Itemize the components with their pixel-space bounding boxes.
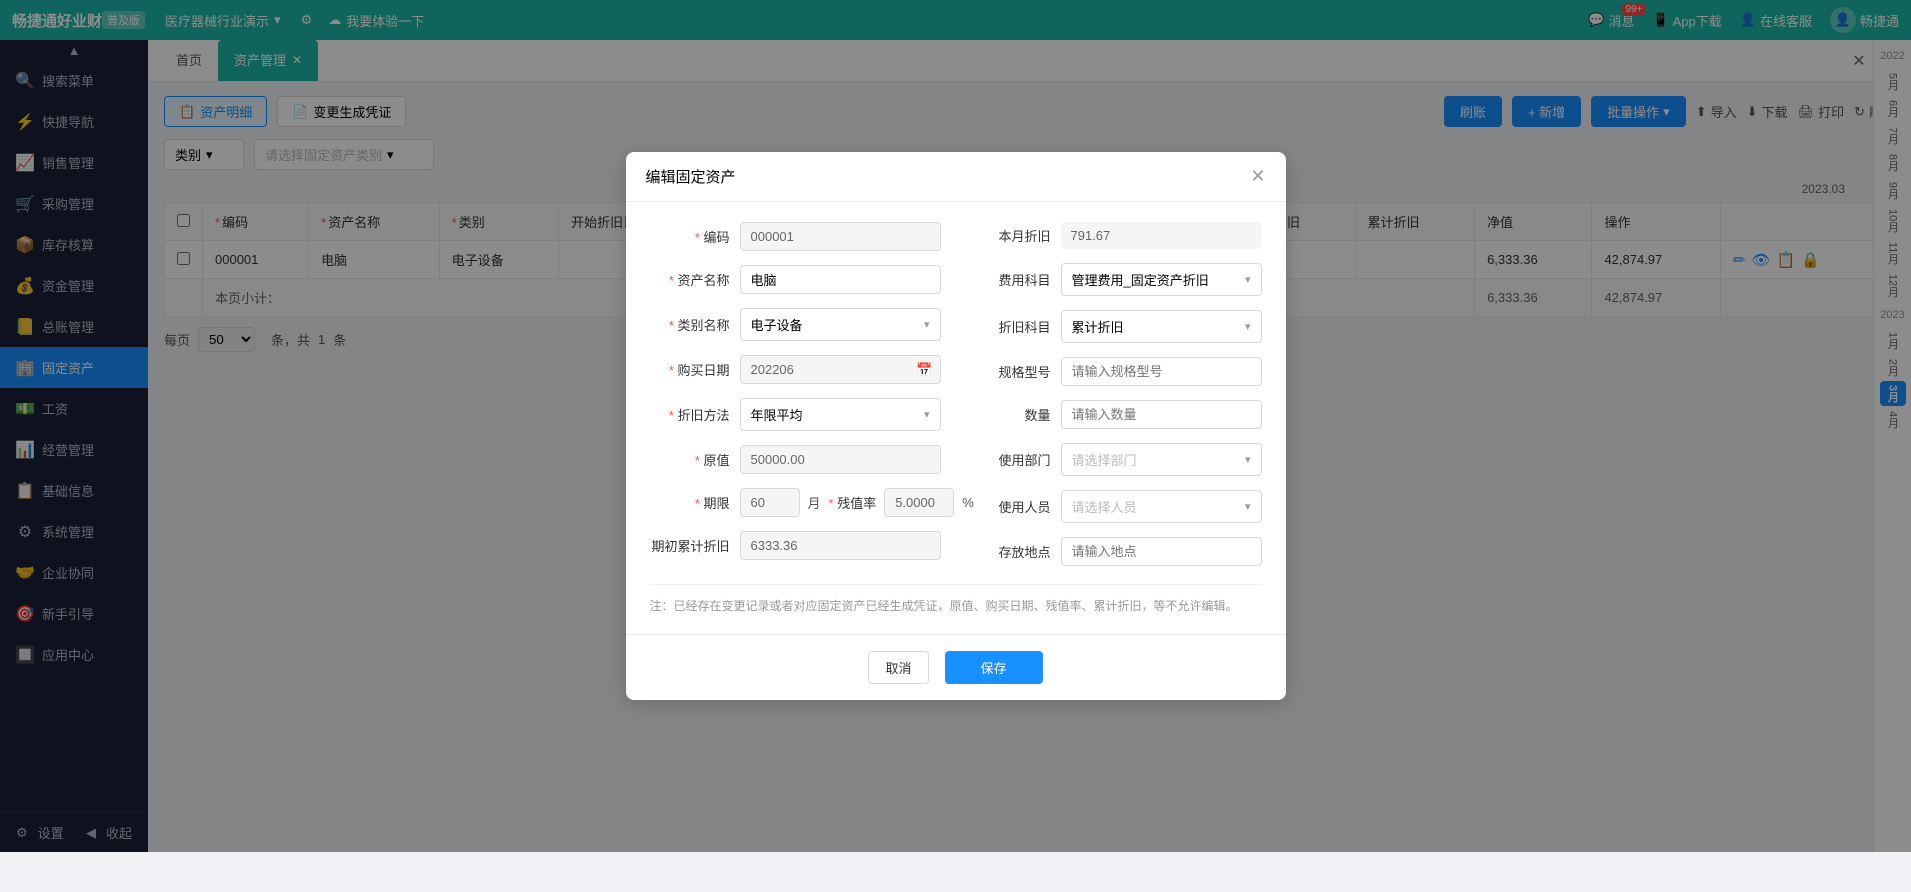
use-person-label: 使用人员 xyxy=(971,497,1051,516)
asset-name-input[interactable] xyxy=(740,265,941,294)
field-quantity: 数量 xyxy=(971,400,1262,429)
field-expense-subject: 费用科目 管理费用_固定资产折旧 ▾ xyxy=(971,263,1262,296)
purchase-date-input[interactable] xyxy=(740,355,941,384)
chevron-down-icon: ▾ xyxy=(1245,320,1251,333)
field-code: 编码 xyxy=(650,222,941,251)
storage-input[interactable] xyxy=(1061,537,1262,566)
chevron-down-icon: ▾ xyxy=(924,318,930,331)
residual-rate-label: 残值率 xyxy=(829,493,877,512)
chevron-down-icon: ▾ xyxy=(924,408,930,421)
original-value-label: 原值 xyxy=(650,450,730,469)
spec-input[interactable] xyxy=(1061,357,1262,386)
chevron-down-icon: ▾ xyxy=(1245,500,1251,513)
init-accum-input[interactable] xyxy=(740,531,941,560)
purchase-date-label: 购买日期 xyxy=(650,360,730,379)
use-person-select[interactable]: 请选择人员 ▾ xyxy=(1061,490,1262,523)
modal-overlay: 编辑固定资产 ✕ 编码 资产名称 xyxy=(0,0,1911,852)
field-original-value: 原值 xyxy=(650,445,941,474)
quantity-input[interactable] xyxy=(1061,400,1262,429)
dep-subject-label: 折旧科目 xyxy=(971,317,1051,336)
init-accum-label: 期初累计折旧 xyxy=(650,536,730,555)
chevron-down-icon: ▾ xyxy=(1245,453,1251,466)
period-unit: 月 xyxy=(808,493,821,512)
dep-method-select[interactable]: 年限平均 ▾ xyxy=(740,398,941,431)
spec-label: 规格型号 xyxy=(971,362,1051,381)
form-left: 编码 资产名称 类别名称 电子设备 ▾ xyxy=(650,222,941,566)
modal-footer: 取消 保存 xyxy=(626,634,1286,700)
original-value-input[interactable] xyxy=(740,445,941,474)
code-input[interactable] xyxy=(740,222,941,251)
code-label: 编码 xyxy=(650,227,730,246)
field-spec: 规格型号 xyxy=(971,357,1262,386)
expense-subject-label: 费用科目 xyxy=(971,270,1051,289)
period-label-form: 期限 xyxy=(650,493,730,512)
field-period-residual: 期限 月 残值率 % xyxy=(650,488,941,517)
save-btn[interactable]: 保存 xyxy=(945,651,1043,684)
field-dep-method: 折旧方法 年限平均 ▾ xyxy=(650,398,941,431)
period-residual-wrap: 月 残值率 % xyxy=(740,488,941,517)
asset-name-label: 资产名称 xyxy=(650,270,730,289)
field-init-accum: 期初累计折旧 xyxy=(650,531,941,560)
use-dept-label: 使用部门 xyxy=(971,450,1051,469)
residual-rate-input[interactable] xyxy=(884,488,954,517)
use-dept-select[interactable]: 请选择部门 ▾ xyxy=(1061,443,1262,476)
modal-note: 注：已经存在变更记录或者对应固定资产已经生成凭证，原值、购买日期、残值率、累计折… xyxy=(650,584,1262,614)
chevron-down-icon: ▾ xyxy=(1245,273,1251,286)
field-use-person: 使用人员 请选择人员 ▾ xyxy=(971,490,1262,523)
period-input[interactable] xyxy=(740,488,800,517)
dep-subject-select[interactable]: 累计折旧 ▾ xyxy=(1061,310,1262,343)
modal-close-btn[interactable]: ✕ xyxy=(1250,166,1265,187)
field-use-dept: 使用部门 请选择部门 ▾ xyxy=(971,443,1262,476)
category-select[interactable]: 电子设备 ▾ xyxy=(740,308,941,341)
field-dep-subject: 折旧科目 累计折旧 ▾ xyxy=(971,310,1262,343)
quantity-label: 数量 xyxy=(971,405,1051,424)
category-label: 类别名称 xyxy=(650,315,730,334)
field-storage: 存放地点 xyxy=(971,537,1262,566)
monthly-dep-label: 本月折旧 xyxy=(971,226,1051,245)
calendar-icon[interactable]: 📅 xyxy=(916,362,932,378)
field-asset-name: 资产名称 xyxy=(650,265,941,294)
modal-title: 编辑固定资产 xyxy=(646,166,736,187)
modal-body: 编码 资产名称 类别名称 电子设备 ▾ xyxy=(626,202,1286,634)
cancel-btn[interactable]: 取消 xyxy=(868,651,928,684)
field-purchase-date: 购买日期 📅 xyxy=(650,355,941,384)
field-category: 类别名称 电子设备 ▾ xyxy=(650,308,941,341)
storage-label: 存放地点 xyxy=(971,542,1051,561)
expense-subject-select[interactable]: 管理费用_固定资产折旧 ▾ xyxy=(1061,263,1262,296)
form-grid: 编码 资产名称 类别名称 电子设备 ▾ xyxy=(650,222,1262,566)
field-monthly-dep: 本月折旧 xyxy=(971,222,1262,249)
edit-asset-modal: 编辑固定资产 ✕ 编码 资产名称 xyxy=(626,152,1286,700)
dep-method-label: 折旧方法 xyxy=(650,405,730,424)
monthly-dep-input xyxy=(1061,222,1262,249)
purchase-date-wrap: 📅 xyxy=(740,355,941,384)
form-right: 本月折旧 费用科目 管理费用_固定资产折旧 ▾ 折旧科目 xyxy=(971,222,1262,566)
modal-header: 编辑固定资产 ✕ xyxy=(626,152,1286,202)
